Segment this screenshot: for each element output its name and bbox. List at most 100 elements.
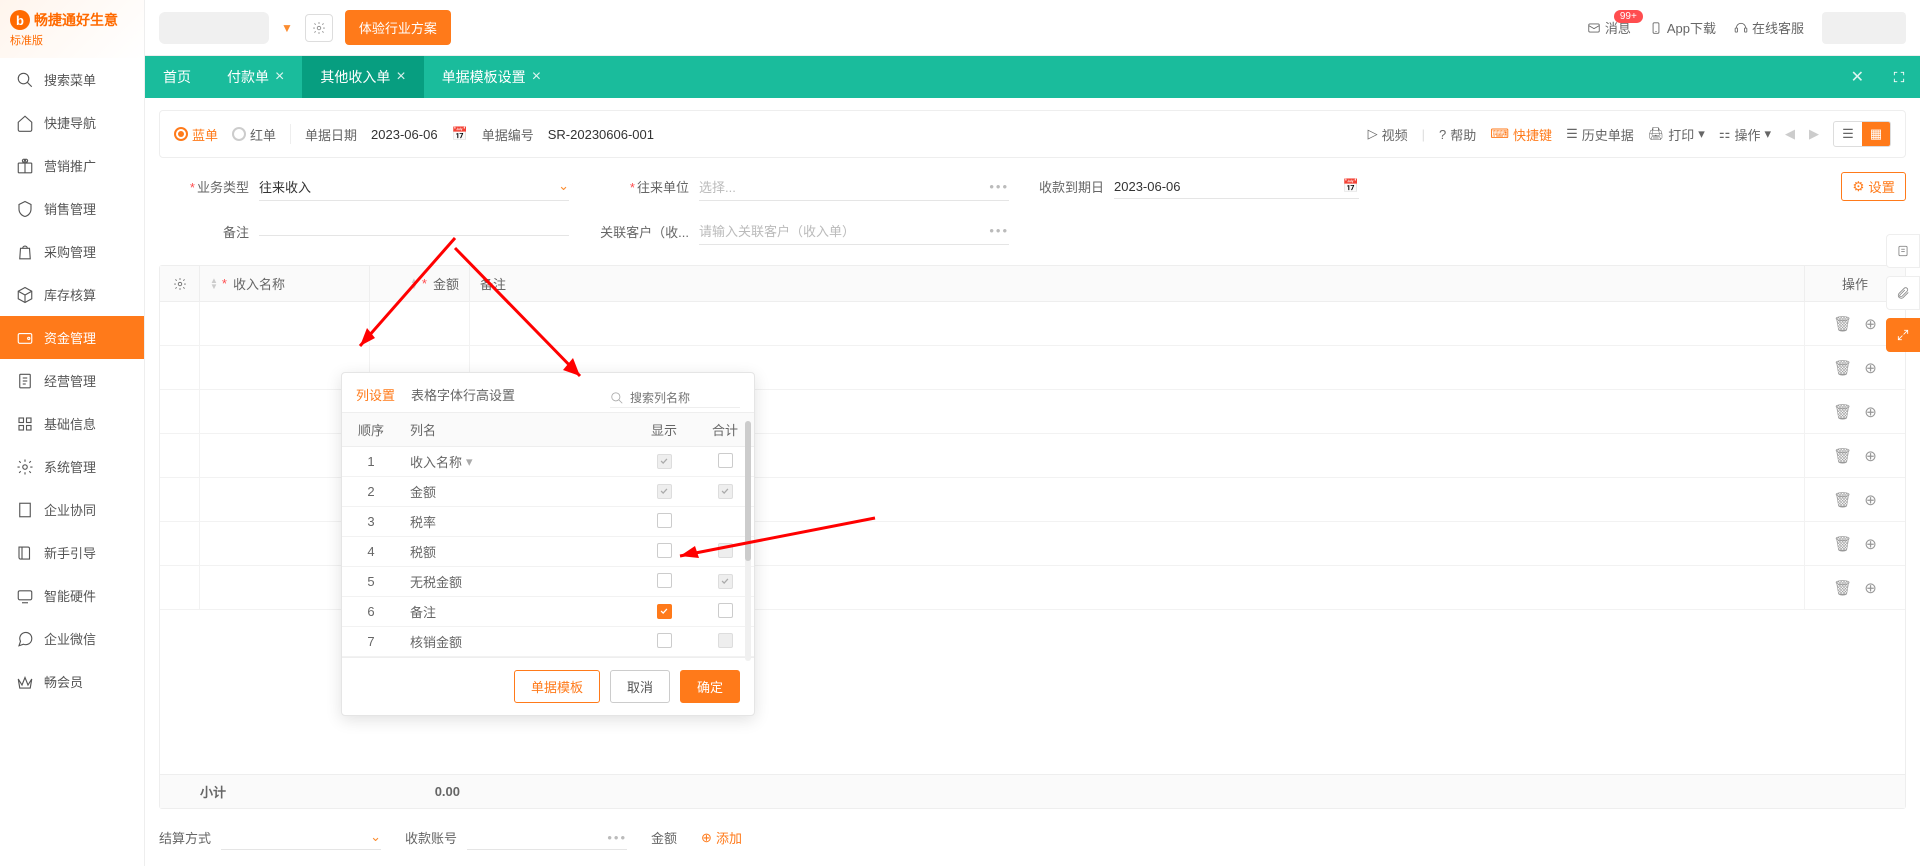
view-toggle[interactable]: ☰ ▦ (1833, 121, 1891, 147)
popup-row[interactable]: 4税额 (342, 537, 754, 567)
date-value[interactable]: 2023-06-06 (371, 127, 438, 142)
nav-bag[interactable]: 采购管理 (0, 230, 144, 273)
checkbox[interactable] (657, 633, 672, 648)
popup-tab-columns[interactable]: 列设置 (356, 385, 395, 412)
nav-grid[interactable]: 基础信息 (0, 402, 144, 445)
print-button[interactable]: 🖨 打印 ▾ (1648, 125, 1705, 144)
radio-red[interactable]: 红单 (232, 125, 276, 144)
tab-close-all[interactable]: ✕ (1837, 56, 1878, 98)
trial-button[interactable]: 体验行业方案 (345, 10, 451, 45)
nav-gift[interactable]: 营销推广 (0, 144, 144, 187)
popup-row[interactable]: 6备注 (342, 597, 754, 627)
checkbox[interactable] (718, 574, 733, 589)
popup-scrollbar[interactable] (745, 421, 751, 661)
nav-building[interactable]: 企业协同 (0, 488, 144, 531)
delete-icon[interactable]: 🗑 (1833, 315, 1852, 333)
col-header-name[interactable]: ▲▼*收入名称 (200, 266, 370, 301)
delete-icon[interactable]: 🗑 (1833, 491, 1852, 509)
checkbox[interactable] (657, 454, 672, 469)
checkbox[interactable] (657, 484, 672, 499)
popup-row[interactable]: 1收入名称 ▾ (342, 447, 754, 477)
col-header-remark[interactable]: 备注 (470, 266, 1805, 301)
copy-icon[interactable]: ⊕ (1864, 579, 1877, 597)
chevron-down-icon[interactable]: ▼ (281, 21, 293, 35)
next-button[interactable]: ▶ (1809, 126, 1819, 142)
checkbox[interactable] (657, 543, 672, 558)
nav-tv[interactable]: 智能硬件 (0, 574, 144, 617)
popup-row[interactable]: 5无税金额 (342, 567, 754, 597)
add-button[interactable]: ⊕ 添加 (701, 828, 742, 847)
nav-doc[interactable]: 经营管理 (0, 359, 144, 402)
app-download-button[interactable]: App下载 (1649, 18, 1716, 37)
tab-fullscreen[interactable] (1878, 56, 1920, 98)
search-input[interactable] (630, 391, 740, 405)
rail-attach-icon[interactable] (1886, 276, 1920, 310)
tab-付款单[interactable]: 付款单× (209, 56, 302, 98)
nav-book[interactable]: 新手引导 (0, 531, 144, 574)
gear-icon[interactable] (305, 14, 333, 42)
settings-button[interactable]: ⚙ 设置 (1841, 172, 1906, 201)
radio-blue[interactable]: 蓝单 (174, 125, 218, 144)
ops-button[interactable]: ⚏ 操作 ▾ (1719, 125, 1771, 144)
delete-icon[interactable]: 🗑 (1833, 403, 1852, 421)
copy-icon[interactable]: ⊕ (1864, 315, 1877, 333)
user-avatar[interactable] (1822, 12, 1906, 44)
org-selector[interactable] (159, 12, 269, 44)
calendar-icon[interactable]: 📅 (452, 126, 468, 142)
help-button[interactable]: ? 帮助 (1439, 125, 1476, 144)
popup-row[interactable]: 7核销金额 (342, 627, 754, 657)
checkbox[interactable] (718, 633, 733, 648)
copy-icon[interactable]: ⊕ (1864, 403, 1877, 421)
delete-icon[interactable]: 🗑 (1833, 535, 1852, 553)
account-select[interactable]: ••• (467, 826, 627, 850)
popup-row[interactable]: 2金额 (342, 477, 754, 507)
checkbox[interactable] (718, 543, 733, 558)
rail-expand-icon[interactable] (1886, 318, 1920, 352)
checkbox[interactable] (657, 573, 672, 588)
delete-icon[interactable]: 🗑 (1833, 447, 1852, 465)
template-button[interactable]: 单据模板 (514, 670, 600, 703)
checkbox[interactable] (718, 484, 733, 499)
close-icon[interactable]: × (396, 68, 405, 86)
nav-search[interactable]: 搜索菜单 (0, 58, 144, 101)
list-view-icon[interactable]: ☰ (1834, 122, 1862, 146)
shortcut-button[interactable]: ⌨ 快捷键 (1490, 125, 1552, 144)
nav-box[interactable]: 库存核算 (0, 273, 144, 316)
partner-select[interactable]: 选择...••• (699, 173, 1009, 201)
nav-wallet[interactable]: 资金管理 (0, 316, 144, 359)
close-icon[interactable]: × (275, 68, 284, 86)
column-settings-button[interactable] (160, 266, 200, 301)
checkbox[interactable] (657, 604, 672, 619)
history-button[interactable]: ☰ 历史单据 (1566, 125, 1634, 144)
rail-note-icon[interactable] (1886, 234, 1920, 268)
tab-其他收入单[interactable]: 其他收入单× (302, 56, 423, 98)
grid-view-icon[interactable]: ▦ (1862, 122, 1890, 146)
table-row[interactable]: 🗑⊕ (160, 302, 1905, 346)
delete-icon[interactable]: 🗑 (1833, 579, 1852, 597)
remark-input[interactable] (259, 227, 569, 236)
tab-首页[interactable]: 首页 (145, 56, 209, 98)
checkbox[interactable] (718, 603, 733, 618)
tab-单据模板设置[interactable]: 单据模板设置× (424, 56, 559, 98)
service-button[interactable]: 在线客服 (1734, 18, 1804, 37)
checkbox[interactable] (718, 453, 733, 468)
popup-tab-font[interactable]: 表格字体行高设置 (411, 385, 515, 412)
due-date-input[interactable]: 2023-06-06📅 (1114, 174, 1359, 199)
nav-gear[interactable]: 系统管理 (0, 445, 144, 488)
copy-icon[interactable]: ⊕ (1864, 359, 1877, 377)
nav-home[interactable]: 快捷导航 (0, 101, 144, 144)
nav-shield[interactable]: 销售管理 (0, 187, 144, 230)
copy-icon[interactable]: ⊕ (1864, 535, 1877, 553)
copy-icon[interactable]: ⊕ (1864, 447, 1877, 465)
popup-row[interactable]: 3税率 (342, 507, 754, 537)
delete-icon[interactable]: 🗑 (1833, 359, 1852, 377)
copy-icon[interactable]: ⊕ (1864, 491, 1877, 509)
rel-customer-input[interactable]: 请输入关联客户（收入单）••• (699, 217, 1009, 245)
nav-chat[interactable]: 企业微信 (0, 617, 144, 660)
ok-button[interactable]: 确定 (680, 670, 740, 703)
message-button[interactable]: 消息 99+ (1587, 18, 1631, 37)
biz-type-select[interactable]: 往来收入⌄ (259, 173, 569, 201)
prev-button[interactable]: ◀ (1785, 126, 1795, 142)
checkbox[interactable] (657, 513, 672, 528)
video-button[interactable]: ▷ 视频 (1368, 125, 1408, 144)
